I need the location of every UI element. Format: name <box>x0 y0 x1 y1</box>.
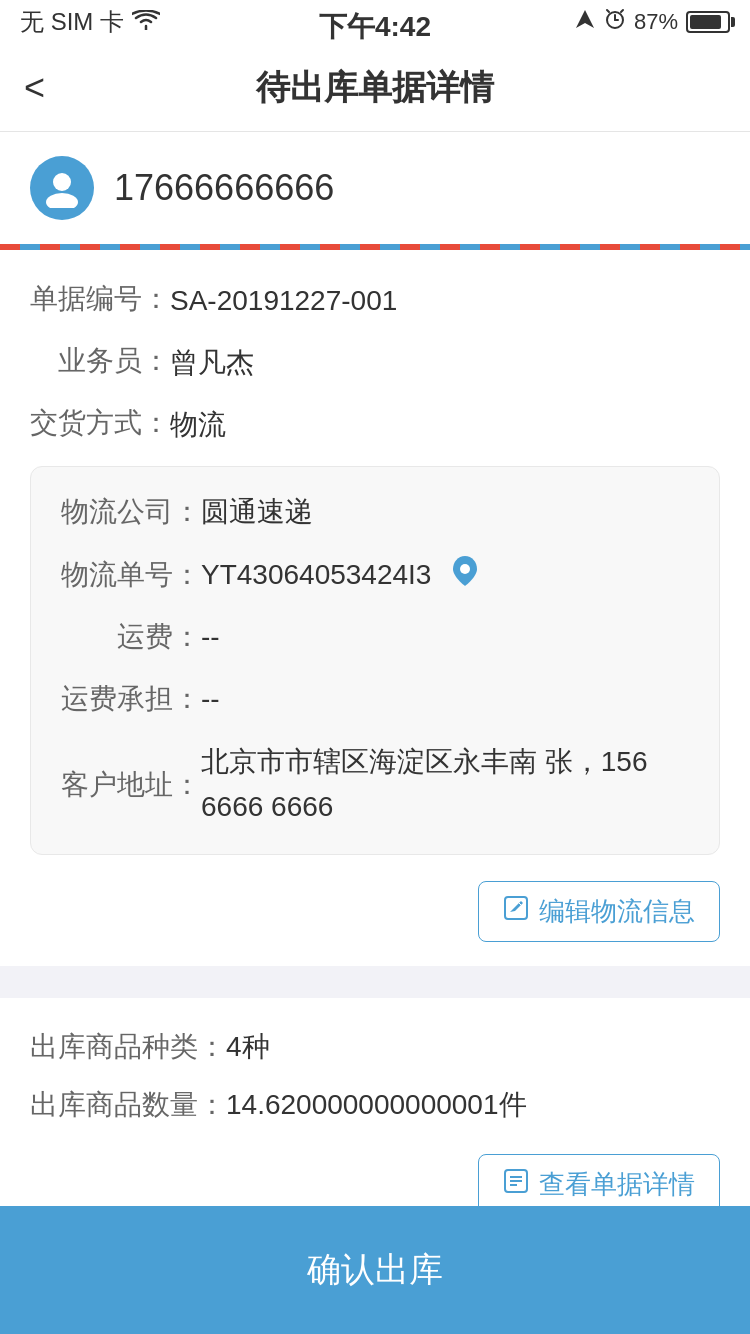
product-quantity-value: 14.620000000000001件 <box>226 1086 527 1124</box>
phone-number: 17666666666 <box>114 167 334 209</box>
product-quantity-row: 出库商品数量 14.620000000000001件 <box>30 1086 720 1124</box>
svg-line-4 <box>607 10 609 12</box>
alarm-icon <box>604 8 626 36</box>
delivery-method-value: 物流 <box>170 404 720 446</box>
svg-point-7 <box>46 193 78 208</box>
nav-bar: < 待出库单据详情 <box>0 44 750 132</box>
edit-logistics-label: 编辑物流信息 <box>539 894 695 929</box>
svg-marker-0 <box>576 10 594 28</box>
freight-bearer-row: 运费承担 -- <box>61 678 689 720</box>
goods-section: 出库商品种类 4种 出库商品数量 14.620000000000001件 查看单… <box>0 998 750 1239</box>
freight-label: 运费 <box>61 618 201 656</box>
edit-logistics-button[interactable]: 编辑物流信息 <box>478 881 720 942</box>
phone-section: 17666666666 <box>0 132 750 244</box>
logistics-company-value: 圆通速递 <box>201 491 689 533</box>
confirm-outbound-button[interactable]: 确认出库 <box>30 1226 720 1314</box>
status-left: 无 SIM 卡 <box>20 6 160 38</box>
tracking-number-container: YT43064053424I3 <box>201 553 483 596</box>
status-right: 87% <box>574 8 730 36</box>
product-quantity-label: 出库商品数量 <box>30 1086 226 1124</box>
sales-person-label: 业务员 <box>30 342 170 380</box>
confirm-button-label: 确认出库 <box>307 1247 443 1293</box>
freight-bearer-value: -- <box>201 678 689 720</box>
list-icon <box>503 1168 529 1201</box>
product-types-value: 4种 <box>226 1028 270 1066</box>
battery-percent: 87% <box>634 9 678 35</box>
freight-row: 运费 -- <box>61 616 689 658</box>
battery-icon <box>686 11 730 33</box>
logistics-company-row: 物流公司 圆通速递 <box>61 491 689 533</box>
delivery-method-row: 交货方式 物流 <box>30 404 720 446</box>
address-label: 客户地址 <box>61 766 201 804</box>
edit-button-row: 编辑物流信息 <box>30 871 720 946</box>
view-details-label: 查看单据详情 <box>539 1167 695 1202</box>
document-number-label: 单据编号 <box>30 280 170 318</box>
tracking-number-label: 物流单号 <box>61 556 201 594</box>
svg-point-6 <box>53 173 71 191</box>
tracking-number-row: 物流单号 YT43064053424I3 <box>61 553 689 596</box>
document-number-value: SA-20191227-001 <box>170 280 720 322</box>
product-types-label: 出库商品种类 <box>30 1028 226 1066</box>
map-location-icon[interactable] <box>447 553 483 596</box>
product-types-row: 出库商品种类 4种 <box>30 1028 720 1066</box>
address-row: 客户地址 北京市市辖区海淀区永丰南 张，156 6666 6666 <box>61 740 689 830</box>
page-title: 待出库单据详情 <box>256 65 494 111</box>
confirm-button-wrapper: 确认出库 <box>0 1206 750 1334</box>
back-button[interactable]: < <box>24 67 45 109</box>
tracking-number-value: YT43064053424I3 <box>201 554 431 596</box>
sales-person-row: 业务员 曾凡杰 <box>30 342 720 384</box>
freight-value: -- <box>201 616 689 658</box>
location-status-icon <box>574 8 596 36</box>
logistics-company-label: 物流公司 <box>61 493 201 531</box>
avatar <box>30 156 94 220</box>
content: 17666666666 单据编号 SA-20191227-001 业务员 曾凡杰… <box>0 132 750 1334</box>
logistics-card: 物流公司 圆通速递 物流单号 YT43064053424I3 运费 <box>30 466 720 855</box>
carrier-text: 无 SIM 卡 <box>20 6 124 38</box>
wifi-icon <box>132 8 160 36</box>
edit-icon <box>503 895 529 928</box>
svg-point-8 <box>460 564 470 574</box>
freight-bearer-label: 运费承担 <box>61 680 201 718</box>
svg-line-5 <box>621 10 623 12</box>
info-section: 单据编号 SA-20191227-001 业务员 曾凡杰 交货方式 物流 物流公… <box>0 250 750 966</box>
status-bar: 无 SIM 卡 下午4:42 87% <box>0 0 750 44</box>
address-value: 北京市市辖区海淀区永丰南 张，156 6666 6666 <box>201 740 689 830</box>
sales-person-value: 曾凡杰 <box>170 342 720 384</box>
delivery-method-label: 交货方式 <box>30 404 170 442</box>
section-separator <box>0 982 750 998</box>
document-number-row: 单据编号 SA-20191227-001 <box>30 280 720 322</box>
status-time: 下午4:42 <box>319 8 431 46</box>
